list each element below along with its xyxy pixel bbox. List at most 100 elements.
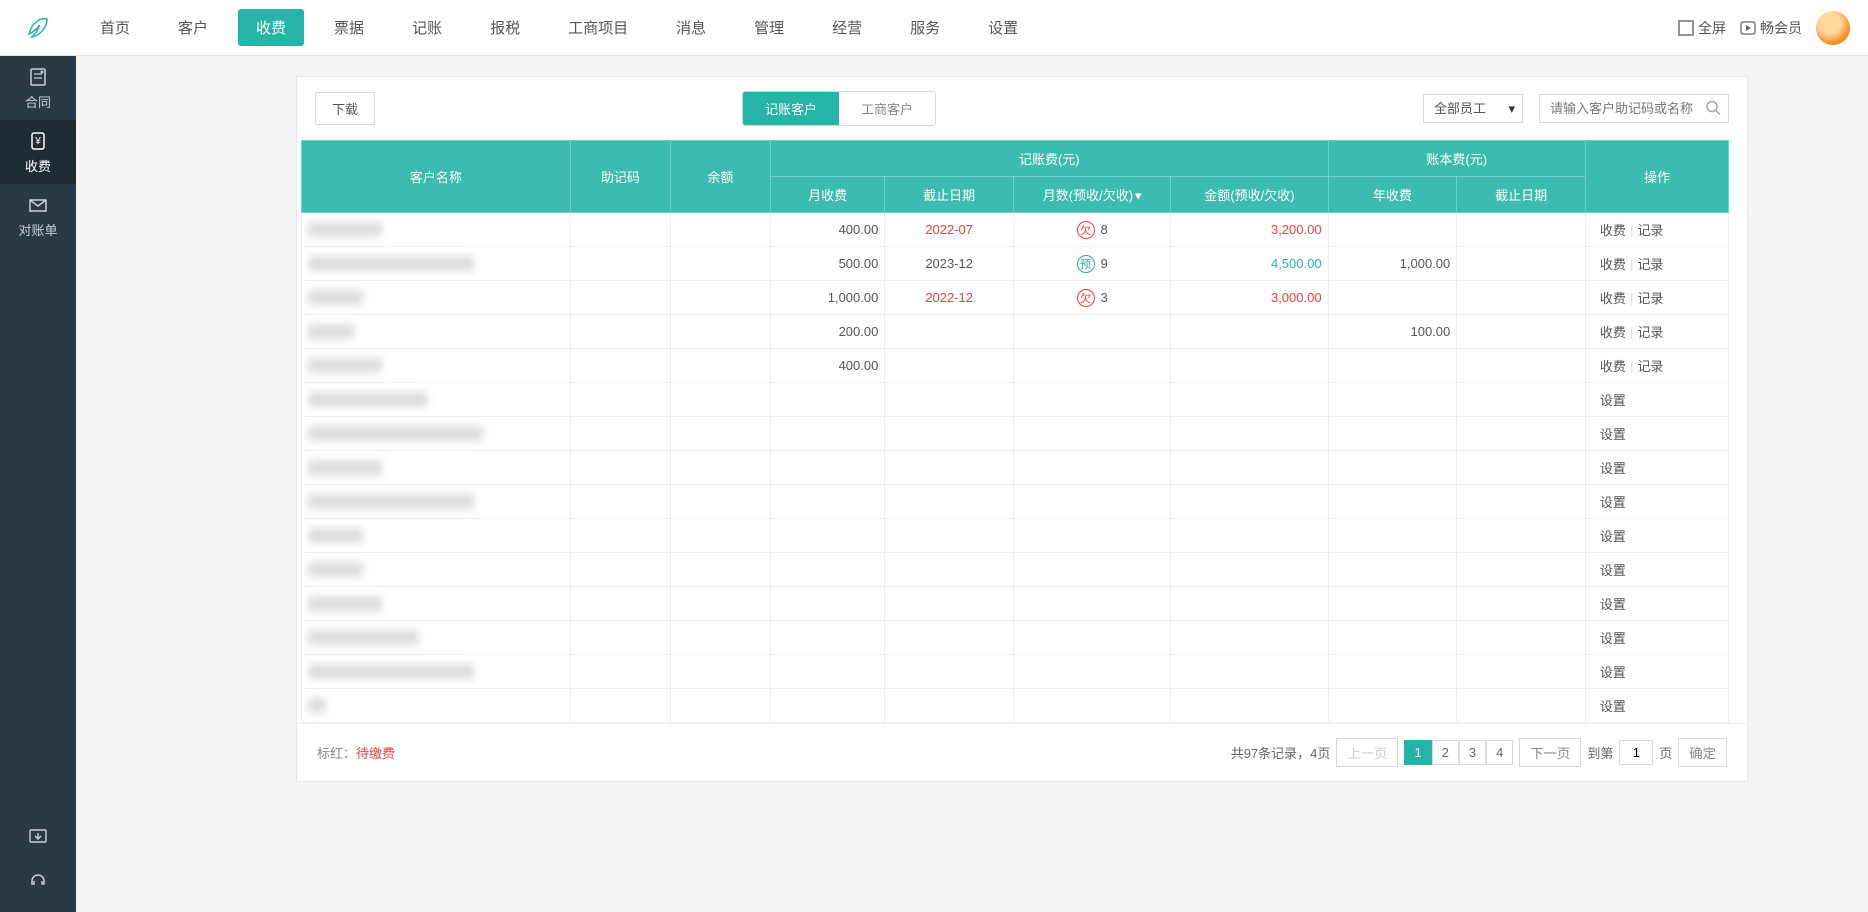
cell-operation: 收费|记录 — [1585, 281, 1728, 315]
cell-operation: 设置 — [1585, 553, 1728, 587]
member-button[interactable]: 畅会员 — [1740, 18, 1802, 38]
op-charge[interactable]: 收费 — [1596, 359, 1630, 374]
cell-monthly: 500.00 — [770, 247, 884, 281]
th-months[interactable]: 月数(预收/欠收)▾ — [1014, 177, 1171, 213]
topnav-item-7[interactable]: 消息 — [658, 9, 724, 46]
table-scroll[interactable]: 客户名称 助记码 余额 记账费(元) 账本费(元) 操作 月收费 截止日期 月数… — [301, 140, 1729, 723]
cell-deadline: 2022-07 — [885, 213, 1014, 247]
op-charge[interactable]: 收费 — [1596, 291, 1630, 306]
cell-monthly — [770, 451, 884, 485]
cell-ledger-deadline — [1457, 621, 1586, 655]
topnav-item-4[interactable]: 记账 — [394, 9, 460, 46]
page-num-4[interactable]: 4 — [1486, 740, 1513, 765]
cell-customer-name: ██████████████████ — [302, 655, 571, 689]
cell-customer-name: ██ — [302, 689, 571, 723]
logo[interactable] — [0, 0, 76, 56]
topnav-item-5[interactable]: 报税 — [472, 9, 538, 46]
cell-mnemonic — [570, 213, 670, 247]
cell-balance — [670, 451, 770, 485]
op-setup[interactable]: 设置 — [1596, 393, 1630, 408]
op-charge[interactable]: 收费 — [1596, 257, 1630, 272]
page-num-2[interactable]: 2 — [1432, 740, 1459, 765]
topnav-item-6[interactable]: 工商项目 — [550, 9, 646, 46]
cell-months — [1014, 621, 1171, 655]
op-charge[interactable]: 收费 — [1596, 223, 1630, 238]
op-charge[interactable]: 收费 — [1596, 325, 1630, 340]
op-setup[interactable]: 设置 — [1596, 427, 1630, 442]
fullscreen-button[interactable]: 全屏 — [1678, 18, 1726, 38]
op-setup[interactable]: 设置 — [1596, 495, 1630, 510]
table-row: ██████████████████设置 — [302, 485, 1729, 519]
topnav-item-1[interactable]: 客户 — [160, 9, 226, 46]
sidebar-item-1[interactable]: ¥收费 — [0, 120, 76, 184]
prev-page-button[interactable]: 上一页 — [1336, 738, 1398, 767]
employee-select-input[interactable]: 全部员工 — [1423, 94, 1523, 123]
page-num-1[interactable]: 1 — [1404, 740, 1431, 765]
topnav-item-0[interactable]: 首页 — [82, 9, 148, 46]
legend-label: 标红： — [317, 746, 356, 761]
topnav-item-9[interactable]: 经营 — [814, 9, 880, 46]
table-row: ██████████████████500.002023-12预94,500.0… — [302, 247, 1729, 281]
support-button[interactable] — [0, 858, 76, 900]
cell-months — [1014, 587, 1171, 621]
cell-mnemonic — [570, 519, 670, 553]
op-record[interactable]: 记录 — [1633, 291, 1667, 306]
cell-deadline — [885, 655, 1014, 689]
tab-1[interactable]: 工商客户 — [839, 92, 935, 125]
op-record[interactable]: 记录 — [1633, 257, 1667, 272]
cell-ledger-deadline — [1457, 247, 1586, 281]
table-body: ████████400.002022-07欠83,200.00收费|记录████… — [302, 213, 1729, 723]
cell-balance — [670, 587, 770, 621]
download-button[interactable]: 下载 — [315, 92, 375, 125]
op-setup[interactable]: 设置 — [1596, 529, 1630, 544]
confirm-page-button[interactable]: 确定 — [1678, 738, 1727, 767]
tab-0[interactable]: 记账客户 — [743, 92, 839, 125]
th-balance: 余额 — [670, 141, 770, 213]
next-page-button[interactable]: 下一页 — [1519, 738, 1581, 767]
cell-operation: 设置 — [1585, 519, 1728, 553]
page-num-3[interactable]: 3 — [1459, 740, 1486, 765]
cell-ledger-deadline — [1457, 655, 1586, 689]
topnav-item-8[interactable]: 管理 — [736, 9, 802, 46]
cell-operation: 收费|记录 — [1585, 349, 1728, 383]
page-input[interactable] — [1619, 740, 1653, 765]
pagination: 共97条记录，4页 上一页 1234 下一页 到第 页 确定 — [1231, 738, 1727, 767]
op-record[interactable]: 记录 — [1633, 223, 1667, 238]
cell-operation: 设置 — [1585, 485, 1728, 519]
panel: 下载 记账客户工商客户 全部员工 ▾ 客户名称 — [296, 76, 1748, 782]
sidebar-icon-0 — [27, 66, 49, 88]
avatar[interactable] — [1816, 11, 1850, 45]
cell-operation: 设置 — [1585, 451, 1728, 485]
cell-monthly: 200.00 — [770, 315, 884, 349]
op-setup[interactable]: 设置 — [1596, 461, 1630, 476]
cell-annual — [1328, 587, 1457, 621]
employee-select[interactable]: 全部员工 ▾ — [1423, 94, 1523, 123]
th-customer-name: 客户名称 — [302, 141, 571, 213]
topnav-item-2[interactable]: 收费 — [238, 9, 304, 46]
op-setup[interactable]: 设置 — [1596, 665, 1630, 680]
search-input[interactable] — [1539, 94, 1729, 123]
cell-mnemonic — [570, 451, 670, 485]
footer-legend: 标红：待缴费 — [317, 743, 395, 762]
op-setup[interactable]: 设置 — [1596, 597, 1630, 612]
topnav-item-11[interactable]: 设置 — [970, 9, 1036, 46]
cell-annual: 1,000.00 — [1328, 247, 1457, 281]
cell-ledger-deadline — [1457, 213, 1586, 247]
cell-mnemonic — [570, 315, 670, 349]
topnav-item-10[interactable]: 服务 — [892, 9, 958, 46]
search-icon[interactable] — [1705, 99, 1721, 118]
cell-mnemonic — [570, 281, 670, 315]
topnav-item-3[interactable]: 票据 — [316, 9, 382, 46]
table-row: █████200.00100.00收费|记录 — [302, 315, 1729, 349]
op-setup[interactable]: 设置 — [1596, 563, 1630, 578]
sidebar-item-2[interactable]: 对账单 — [0, 184, 76, 248]
sidebar-item-0[interactable]: 合同 — [0, 56, 76, 120]
op-record[interactable]: 记录 — [1633, 359, 1667, 374]
op-record[interactable]: 记录 — [1633, 325, 1667, 340]
th-mnemonic: 助记码 — [570, 141, 670, 213]
cell-annual — [1328, 655, 1457, 689]
download-app-button[interactable] — [0, 816, 76, 858]
op-setup[interactable]: 设置 — [1596, 631, 1630, 646]
op-setup[interactable]: 设置 — [1596, 699, 1630, 714]
summary-text: 共97条记录，4页 — [1231, 743, 1331, 762]
